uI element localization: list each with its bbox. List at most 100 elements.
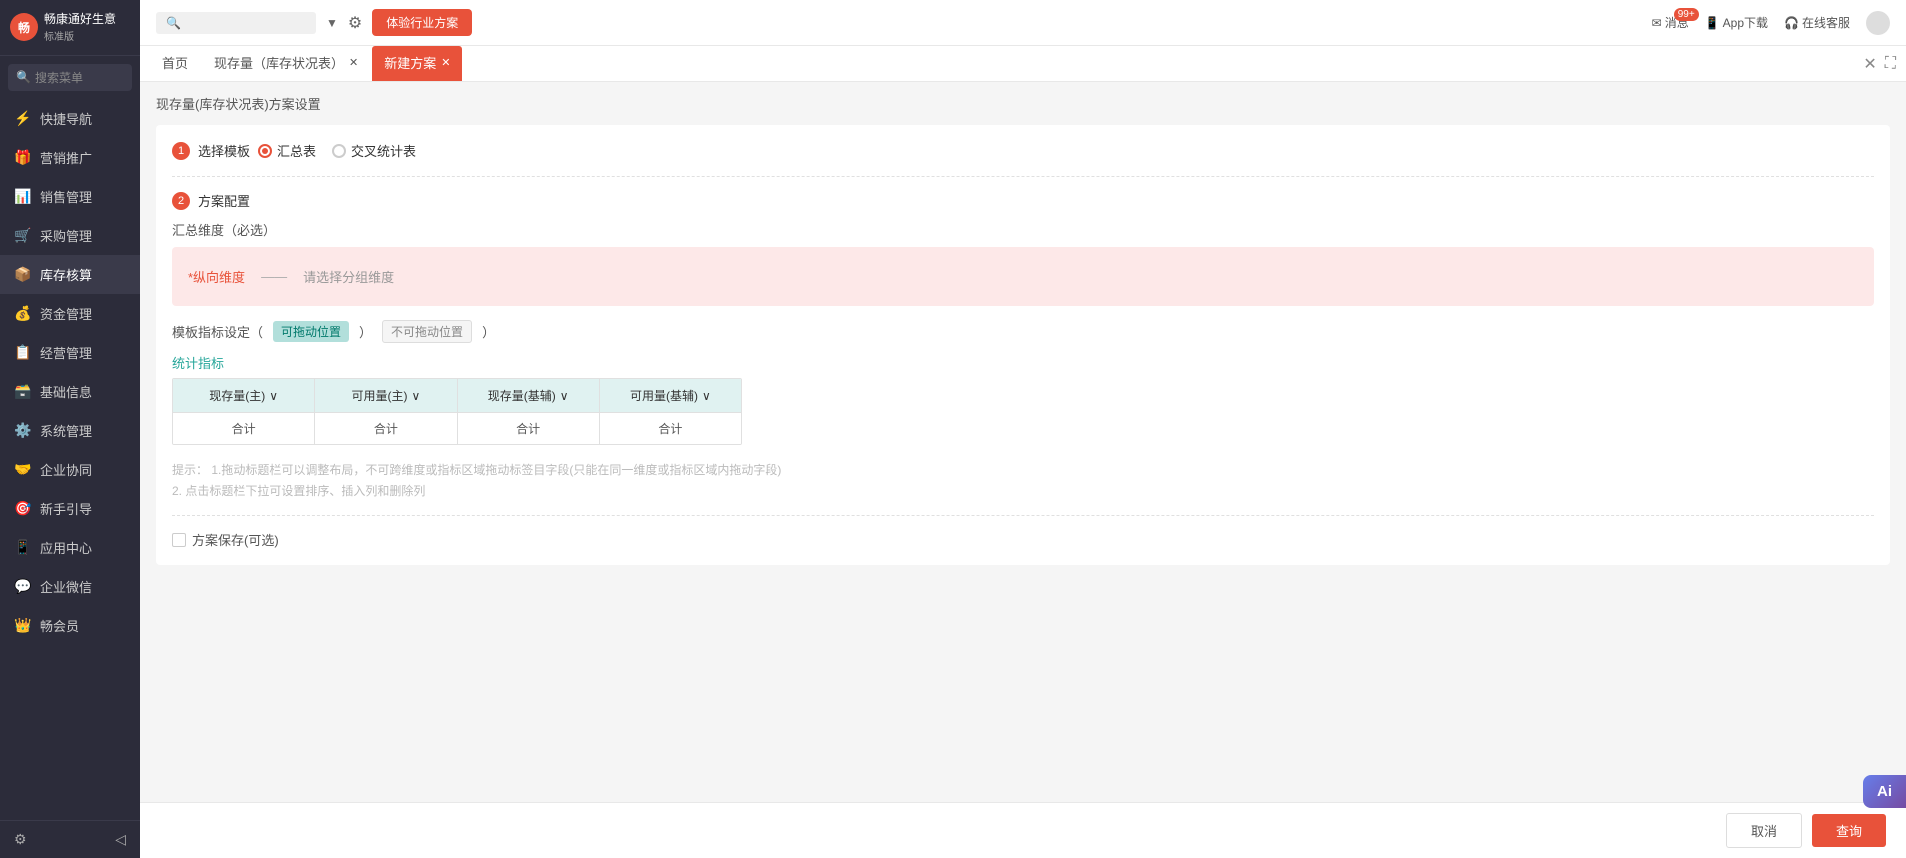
step2-header: 2 方案配置 [172,191,1874,210]
sidebar-item-newbie[interactable]: 🎯 新手引导 [0,489,140,528]
page-footer: 取消 查询 [140,802,1906,858]
header-right: ✉ 消息 99+ 📱 App下载 🎧 在线客服 [1652,11,1890,35]
step-divider-1 [172,176,1874,177]
sidebar-search[interactable]: 🔍 搜索菜单 [8,64,132,91]
enterprise-icon: 🤝 [14,460,32,478]
app-version: 标准版 [44,28,116,43]
main-area: 🔍 ▼ ⚙ 体验行业方案 ✉ 消息 99+ 📱 App下载 🎧 在线客服 [140,0,1906,858]
messages-button[interactable]: ✉ 消息 99+ [1652,14,1689,31]
user-avatar[interactable] [1866,11,1890,35]
stats-table: 现存量(主) ∨ 可用量(主) ∨ 现存量(基辅) ∨ 可用量(基辅) [172,378,742,445]
app-download-button[interactable]: 📱 App下载 [1705,14,1768,31]
row-cell-1: 合计 [315,413,457,444]
template-radio-group: 汇总表 交叉统计表 [258,141,416,160]
chevron-down-icon-1: ∨ [411,389,420,403]
tag-not-draggable: 不可拖动位置 [382,320,472,343]
radio-cross[interactable]: 交叉统计表 [332,141,416,160]
system-icon: ⚙️ [14,421,32,439]
logo-icon: 畅 [10,13,38,41]
sidebar-item-purchase[interactable]: 🛒 采购管理 [0,216,140,255]
finance-icon: 💰 [14,304,32,322]
collapse-icon[interactable]: ◁ [115,831,126,848]
header-settings-icon[interactable]: ⚙ [348,13,362,33]
step2-title: 方案配置 [198,191,250,210]
stats-table-header: 现存量(主) ∨ 可用量(主) ∨ 现存量(基辅) ∨ 可用量(基辅) [173,379,741,412]
sidebar-item-shortcut[interactable]: ⚡ 快捷导航 [0,99,140,138]
dim-dash: —— [261,269,287,284]
header-search[interactable]: 🔍 [156,12,316,34]
row-cell-2: 合计 [458,413,600,444]
sidebar-item-marketing[interactable]: 🎁 营销推广 [0,138,140,177]
summary-dim-label: 汇总维度（必选） [172,220,1874,239]
sidebar-footer: ⚙ ◁ [0,820,140,858]
step1-header: 1 选择模板 汇总表 交叉统计表 [172,141,1874,160]
sidebar-item-member[interactable]: 👑 畅会员 [0,606,140,645]
app-name: 畅康通好生意 [44,12,116,28]
chevron-down-icon-2: ∨ [560,389,569,403]
sidebar-item-wechat[interactable]: 💬 企业微信 [0,567,140,606]
col-present-aux[interactable]: 现存量(基辅) ∨ [458,379,600,412]
sidebar-item-enterprise[interactable]: 🤝 企业协同 [0,450,140,489]
member-icon: 👑 [14,616,32,634]
tag-draggable: 可拖动位置 [273,321,349,342]
search-icon: 🔍 [16,70,31,84]
settings-footer-icon[interactable]: ⚙ [14,831,27,848]
sidebar-item-apps[interactable]: 📱 应用中心 [0,528,140,567]
tips-section: 提示： 1.拖动标题栏可以调整布局，不可跨维度或指标区域拖动标签目字段(只能在同… [172,461,1874,499]
try-industry-button[interactable]: 体验行业方案 [372,9,472,36]
step2-badge: 2 [172,192,190,210]
col-available-aux[interactable]: 可用量(基辅) ∨ [600,379,741,412]
sidebar-item-operations[interactable]: 📋 经营管理 [0,333,140,372]
tabs-minimize-icon[interactable]: ✕ [1863,54,1876,74]
shortcut-icon: ⚡ [14,109,32,127]
sidebar-item-inventory[interactable]: 📦 库存核算 [0,255,140,294]
message-icon: ✉ [1652,16,1662,30]
cancel-button[interactable]: 取消 [1726,813,1802,848]
sidebar-item-basic[interactable]: 🗃️ 基础信息 [0,372,140,411]
purchase-icon: 🛒 [14,226,32,244]
headset-icon: 🎧 [1784,16,1799,30]
ai-fab-button[interactable]: Ai [1863,775,1906,808]
step1-title: 选择模板 [198,141,250,160]
dim-required-label: *纵向维度 [188,267,245,286]
stats-label: 统计指标 [172,353,1874,372]
step2-section: 2 方案配置 汇总维度（必选） *纵向维度 —— 请选择分组维度 模板指标设定（… [172,191,1874,499]
apps-icon: 📱 [14,538,32,556]
operations-icon: 📋 [14,343,32,361]
marketing-icon: 🎁 [14,148,32,166]
radio-cross-circle [332,144,346,158]
page-content: 现存量(库存状况表)方案设置 1 选择模板 汇总表 [140,82,1906,802]
dimension-area: *纵向维度 —— 请选择分组维度 [172,247,1874,306]
row-cell-3: 合计 [600,413,741,444]
dim-placeholder[interactable]: 请选择分组维度 [303,267,394,286]
step-divider-2 [172,515,1874,516]
tip-2: 2. 点击标题栏下拉可设置排序、插入列和删除列 [172,482,1874,499]
phone-icon: 📱 [1705,16,1720,30]
tabs-expand-icon[interactable]: ⛶ [1885,55,1896,73]
template-settings-row: 模板指标设定（ 可拖动位置 ） 不可拖动位置 ） [172,320,1874,343]
col-present-main[interactable]: 现存量(主) ∨ [173,379,315,412]
header-left: 🔍 ▼ ⚙ 体验行业方案 [156,9,472,36]
tab-home[interactable]: 首页 [150,46,200,81]
tab-inventory-close-icon[interactable]: ✕ [349,56,358,69]
tab-inventory-status[interactable]: 现存量（库存状况表） ✕ [202,46,370,81]
newbie-icon: 🎯 [14,499,32,517]
save-checkbox[interactable] [172,533,186,547]
online-service-button[interactable]: 🎧 在线客服 [1784,14,1850,31]
sidebar-logo: 畅 畅康通好生意 标准版 [0,0,140,56]
inventory-icon: 📦 [14,265,32,283]
radio-summary[interactable]: 汇总表 [258,141,316,160]
tab-new-scheme[interactable]: 新建方案 ✕ [372,46,462,81]
page-title: 现存量(库存状况表)方案设置 [156,94,1890,113]
tab-new-scheme-close-icon[interactable]: ✕ [441,56,450,69]
radio-summary-circle [258,144,272,158]
sidebar-item-system[interactable]: ⚙️ 系统管理 [0,411,140,450]
sidebar-item-sales[interactable]: 📊 销售管理 [0,177,140,216]
radio-summary-dot [262,148,268,154]
query-button[interactable]: 查询 [1812,814,1886,847]
col-available-main[interactable]: 可用量(主) ∨ [315,379,457,412]
sidebar-item-finance[interactable]: 💰 资金管理 [0,294,140,333]
row-cell-0: 合计 [173,413,315,444]
message-badge: 99+ [1674,8,1699,21]
header-dropdown[interactable]: ▼ [326,16,338,30]
